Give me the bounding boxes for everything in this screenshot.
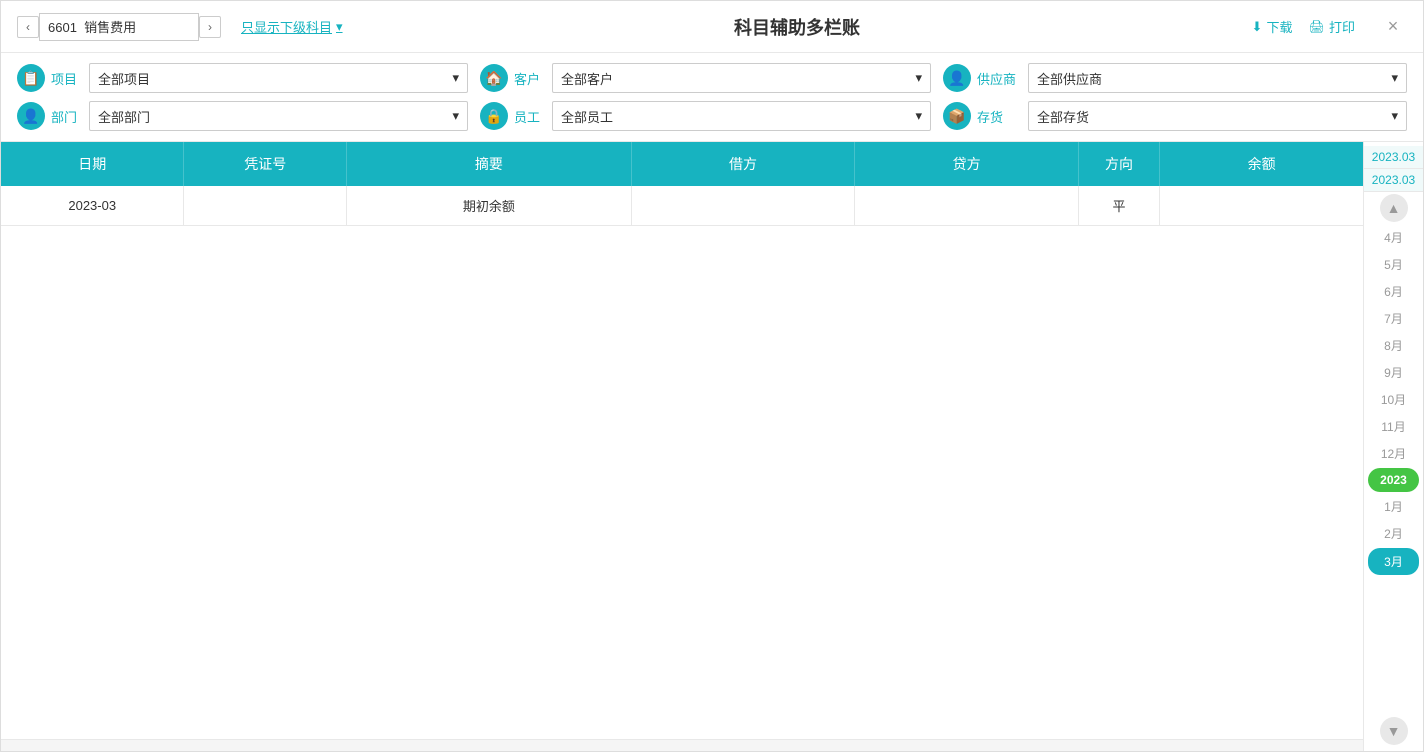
department-icon: 👤	[17, 102, 45, 130]
col-direction: 方向	[1078, 142, 1159, 186]
print-button[interactable]: 🖨 打印	[1308, 17, 1355, 36]
timeline-item[interactable]: 10月	[1364, 386, 1423, 413]
table-row: 2023-03 期初余额 平	[1, 186, 1363, 226]
timeline-item[interactable]: 9月	[1364, 359, 1423, 386]
nav-next-btn[interactable]: ›	[199, 16, 221, 38]
filter-label-customer: 🏠 客户	[480, 64, 540, 92]
employee-icon: 🔒	[480, 102, 508, 130]
project-icon: 📋	[17, 64, 45, 92]
timeline-item[interactable]: 11月	[1364, 413, 1423, 440]
main-content: 日期 凭证号 摘要 借方 贷方 方向 余额 2023-03 期初余额	[1, 142, 1363, 751]
timeline-down-arrow[interactable]: ▼	[1380, 717, 1408, 745]
supplier-select[interactable]: 全部供应商 ▾	[1028, 63, 1407, 93]
timeline-header-1[interactable]: 2023.03	[1364, 146, 1423, 169]
nav-prev-btn[interactable]: ‹	[17, 16, 39, 38]
filter-label-department: 👤 部门	[17, 102, 77, 130]
supplier-icon: 👤	[943, 64, 971, 92]
employee-select[interactable]: 全部员工 ▾	[552, 101, 931, 131]
timeline-item[interactable]: 8月	[1364, 332, 1423, 359]
col-summary: 摘要	[347, 142, 632, 186]
filter-bar: 📋 项目 全部项目 ▾ 🏠 客户 全部客户 ▾ 👤 供应商 全部供应商 ▾ 👤 …	[1, 53, 1423, 142]
timeline-sidebar: 2023.03 2023.03 ▲ 4月5月6月7月8月9月10月11月12月2…	[1363, 142, 1423, 751]
cell-voucher	[184, 186, 347, 226]
close-button[interactable]: ×	[1379, 13, 1407, 41]
col-debit: 借方	[631, 142, 855, 186]
timeline-item[interactable]: 4月	[1364, 224, 1423, 251]
chevron-down-icon: ▾	[452, 70, 459, 86]
customer-icon: 🏠	[480, 64, 508, 92]
timeline-item[interactable]: 1月	[1364, 493, 1423, 520]
filter-label-supplier: 👤 供应商	[943, 64, 1016, 92]
cell-summary: 期初余额	[347, 186, 632, 226]
page-title: 科目辅助多栏账	[343, 14, 1252, 40]
department-select[interactable]: 全部部门 ▾	[89, 101, 468, 131]
timeline-item[interactable]: 5月	[1364, 251, 1423, 278]
cell-debit	[631, 186, 855, 226]
col-balance: 余额	[1160, 142, 1363, 186]
col-credit: 贷方	[855, 142, 1079, 186]
ledger-table: 日期 凭证号 摘要 借方 贷方 方向 余额 2023-03 期初余额	[1, 142, 1363, 226]
timeline-item[interactable]: 3月	[1368, 548, 1419, 575]
cell-credit	[855, 186, 1079, 226]
print-icon: 🖨	[1308, 19, 1325, 35]
filter-label-employee: 🔒 员工	[480, 102, 540, 130]
col-voucher: 凭证号	[184, 142, 347, 186]
timeline-item[interactable]: 6月	[1364, 278, 1423, 305]
show-sub-label[interactable]: 只显示下级科目 ▾	[241, 17, 343, 36]
chevron-down-icon: ▾	[1391, 70, 1398, 86]
timeline-up-arrow[interactable]: ▲	[1380, 194, 1408, 222]
account-code-input[interactable]	[39, 13, 199, 41]
title-bar: ‹ › 只显示下级科目 ▾ 科目辅助多栏账 ⬇ 下载 🖨 打印 ×	[1, 1, 1423, 53]
project-select[interactable]: 全部项目 ▾	[89, 63, 468, 93]
table-container: 日期 凭证号 摘要 借方 贷方 方向 余额 2023-03 期初余额	[1, 142, 1423, 751]
chevron-down-icon: ▾	[1391, 108, 1398, 124]
timeline-item[interactable]: 12月	[1364, 440, 1423, 467]
horizontal-scrollbar[interactable]	[1, 739, 1363, 751]
main-window: ‹ › 只显示下级科目 ▾ 科目辅助多栏账 ⬇ 下载 🖨 打印 × 📋 项目	[0, 0, 1424, 752]
timeline-item[interactable]: 7月	[1364, 305, 1423, 332]
cell-date: 2023-03	[1, 186, 184, 226]
inventory-icon: 📦	[943, 102, 971, 130]
chevron-down-icon: ▾	[915, 108, 922, 124]
table-header-row: 日期 凭证号 摘要 借方 贷方 方向 余额	[1, 142, 1363, 186]
col-date: 日期	[1, 142, 184, 186]
toolbar-right: ⬇ 下载 🖨 打印 ×	[1252, 13, 1407, 41]
download-icon: ⬇	[1252, 19, 1263, 35]
download-button[interactable]: ⬇ 下载	[1252, 17, 1293, 36]
filter-label-project: 📋 项目	[17, 64, 77, 92]
cell-balance	[1160, 186, 1363, 226]
chevron-down-icon: ▾	[452, 108, 459, 124]
chevron-down-icon: ▾	[915, 70, 922, 86]
timeline-header-2[interactable]: 2023.03	[1364, 169, 1423, 192]
filter-label-inventory: 📦 存货	[943, 102, 1016, 130]
inventory-select[interactable]: 全部存货 ▾	[1028, 101, 1407, 131]
timeline-item[interactable]: 2月	[1364, 520, 1423, 547]
timeline-item[interactable]: 2023	[1368, 468, 1419, 492]
cell-direction: 平	[1078, 186, 1159, 226]
customer-select[interactable]: 全部客户 ▾	[552, 63, 931, 93]
